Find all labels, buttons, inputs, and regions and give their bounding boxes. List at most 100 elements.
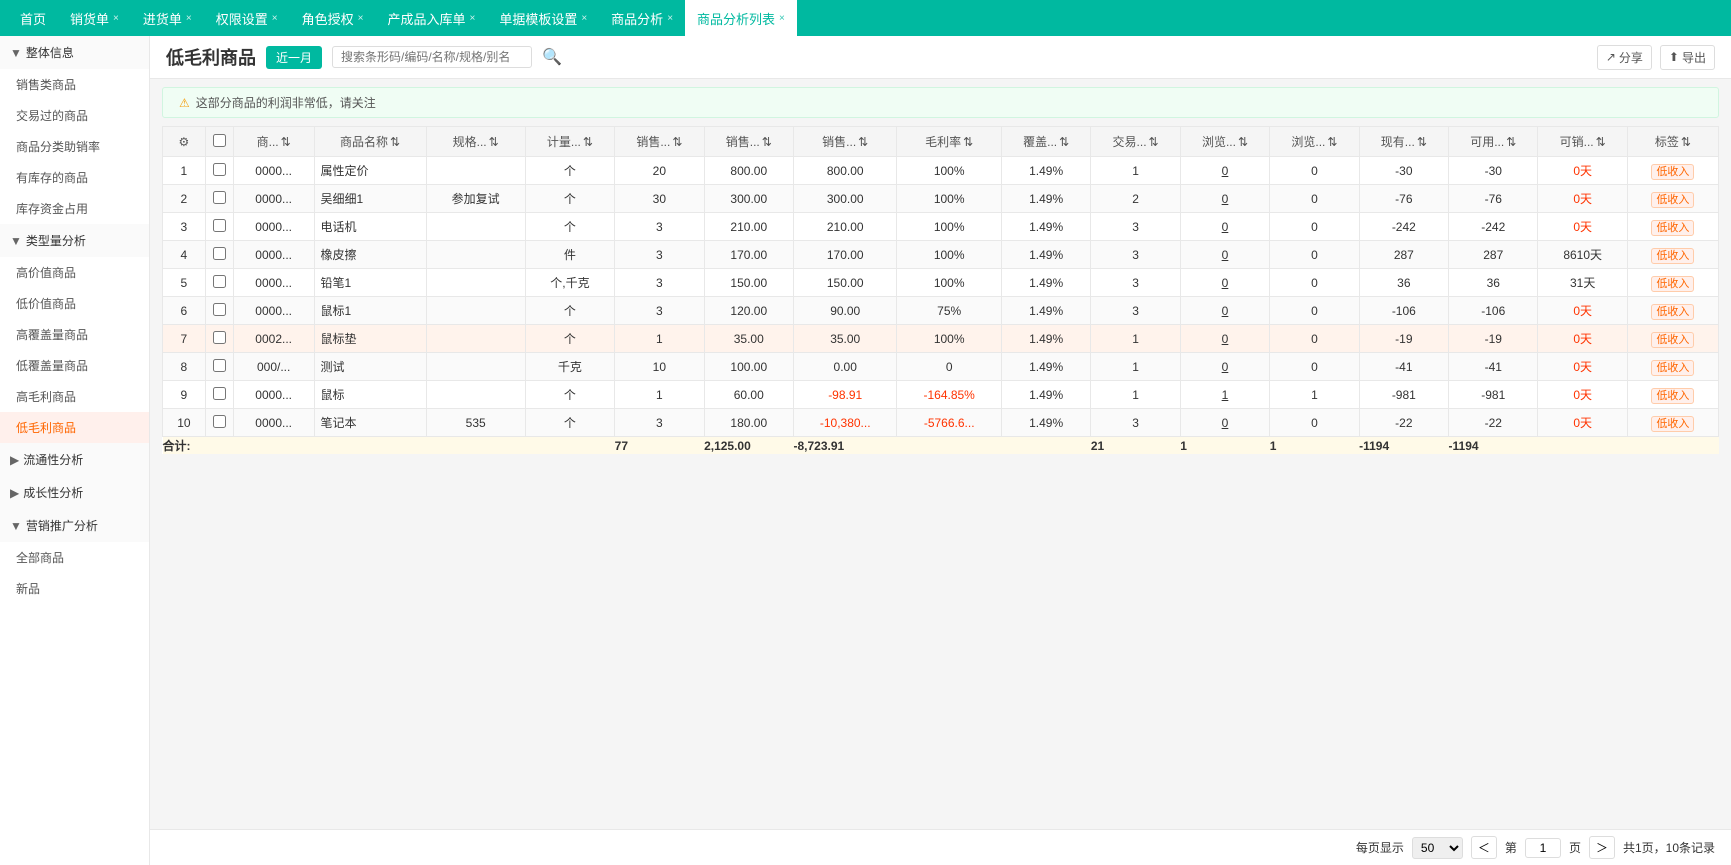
col-tag[interactable]: 标签 ⇅	[1627, 127, 1718, 157]
search-button[interactable]: 🔍	[542, 47, 562, 67]
row-name[interactable]: 铅笔1	[314, 269, 426, 297]
row-checkbox[interactable]	[205, 409, 233, 437]
sidebar-item-stocked-goods[interactable]: 有库存的商品	[0, 162, 149, 193]
row-checkbox[interactable]	[205, 241, 233, 269]
share-button[interactable]: ↗ 分享	[1597, 45, 1652, 70]
col-gross-margin[interactable]: 毛利率 ⇅	[897, 127, 1002, 157]
row-checkbox[interactable]	[205, 213, 233, 241]
col-sales-profit[interactable]: 销售... ⇅	[793, 127, 896, 157]
row-checkbox-input[interactable]	[213, 359, 226, 372]
sidebar-item-low-coverage[interactable]: 低覆盖量商品	[0, 350, 149, 381]
col-sales-qty[interactable]: 销售... ⇅	[615, 127, 704, 157]
close-icon[interactable]: ×	[667, 13, 673, 24]
row-name[interactable]: 鼠标垫	[314, 325, 426, 353]
sidebar-item-high-margin[interactable]: 高毛利商品	[0, 381, 149, 412]
col-sales-price[interactable]: 销售... ⇅	[704, 127, 793, 157]
row-checkbox[interactable]	[205, 269, 233, 297]
row-checkbox-input[interactable]	[213, 275, 226, 288]
sidebar-item-high-coverage[interactable]: 高覆盖量商品	[0, 319, 149, 350]
period-button[interactable]: 近一月	[266, 46, 322, 69]
nav-products-in[interactable]: 产成品入库单 ×	[375, 0, 487, 36]
col-name[interactable]: 商品名称 ⇅	[314, 127, 426, 157]
row-checkbox-input[interactable]	[213, 219, 226, 232]
close-icon[interactable]: ×	[779, 13, 785, 24]
col-views1[interactable]: 浏览... ⇅	[1180, 127, 1269, 157]
nav-roles[interactable]: 角色授权 ×	[290, 0, 376, 36]
close-icon[interactable]: ×	[186, 13, 192, 24]
sidebar-item-high-value[interactable]: 高价值商品	[0, 257, 149, 288]
row-checkbox[interactable]	[205, 185, 233, 213]
row-views1[interactable]: 0	[1180, 213, 1269, 241]
nav-home[interactable]: 首页	[8, 0, 58, 36]
row-checkbox[interactable]	[205, 157, 233, 185]
sidebar-section-circulation[interactable]: ▶ 流通性分析	[0, 443, 149, 476]
row-checkbox[interactable]	[205, 381, 233, 409]
sidebar-item-low-value[interactable]: 低价值商品	[0, 288, 149, 319]
row-checkbox[interactable]	[205, 353, 233, 381]
row-views1[interactable]: 0	[1180, 325, 1269, 353]
nav-purchase[interactable]: 进货单 ×	[131, 0, 204, 36]
nav-templates[interactable]: 单据模板设置 ×	[487, 0, 599, 36]
nav-goods-analysis-list[interactable]: 商品分析列表 ×	[685, 0, 797, 36]
row-checkbox-input[interactable]	[213, 191, 226, 204]
sidebar-item-new-goods[interactable]: 新品	[0, 573, 149, 604]
col-spec[interactable]: 规格... ⇅	[426, 127, 525, 157]
search-input[interactable]	[332, 46, 532, 68]
row-name[interactable]: 吴细细1	[314, 185, 426, 213]
sidebar-item-category-rate[interactable]: 商品分类助销率	[0, 131, 149, 162]
col-views2[interactable]: 浏览... ⇅	[1270, 127, 1359, 157]
close-icon[interactable]: ×	[469, 13, 475, 24]
select-all-checkbox[interactable]	[213, 134, 226, 147]
row-name[interactable]: 鼠标	[314, 381, 426, 409]
col-unit[interactable]: 计量... ⇅	[525, 127, 614, 157]
close-icon[interactable]: ×	[581, 13, 587, 24]
row-checkbox-input[interactable]	[213, 303, 226, 316]
close-icon[interactable]: ×	[113, 13, 119, 24]
row-name[interactable]: 属性定价	[314, 157, 426, 185]
row-name[interactable]: 橡皮擦	[314, 241, 426, 269]
row-views1[interactable]: 0	[1180, 409, 1269, 437]
next-page-button[interactable]: ＞	[1589, 836, 1615, 859]
col-code[interactable]: 商... ⇅	[233, 127, 314, 157]
row-views1[interactable]: 1	[1180, 381, 1269, 409]
row-views1[interactable]: 0	[1180, 353, 1269, 381]
row-name[interactable]: 鼠标1	[314, 297, 426, 325]
row-name[interactable]: 测试	[314, 353, 426, 381]
sidebar-item-sales-goods[interactable]: 销售类商品	[0, 69, 149, 100]
nav-goods-analysis[interactable]: 商品分析 ×	[599, 0, 685, 36]
col-saleable[interactable]: 可销... ⇅	[1538, 127, 1627, 157]
sidebar-item-low-margin[interactable]: 低毛利商品	[0, 412, 149, 443]
row-checkbox-input[interactable]	[213, 331, 226, 344]
sidebar-item-inventory-capital[interactable]: 库存资金占用	[0, 193, 149, 224]
row-name[interactable]: 笔记本	[314, 409, 426, 437]
export-button[interactable]: ⬆ 导出	[1660, 45, 1715, 70]
sidebar-section-overall[interactable]: ▼ 整体信息	[0, 36, 149, 69]
row-checkbox-input[interactable]	[213, 387, 226, 400]
row-name[interactable]: 电话机	[314, 213, 426, 241]
row-views1[interactable]: 0	[1180, 241, 1269, 269]
sidebar-section-type[interactable]: ▼ 类型量分析	[0, 224, 149, 257]
close-icon[interactable]: ×	[358, 13, 364, 24]
sidebar-section-growth[interactable]: ▶ 成长性分析	[0, 476, 149, 509]
nav-permissions[interactable]: 权限设置 ×	[204, 0, 290, 36]
prev-page-button[interactable]: ＜	[1471, 836, 1497, 859]
sidebar-section-marketing[interactable]: ▼ 营销推广分析	[0, 509, 149, 542]
col-current-stock[interactable]: 现有... ⇅	[1359, 127, 1448, 157]
row-checkbox[interactable]	[205, 297, 233, 325]
col-transactions[interactable]: 交易... ⇅	[1091, 127, 1180, 157]
row-checkbox-input[interactable]	[213, 163, 226, 176]
col-coverage[interactable]: 覆盖... ⇅	[1001, 127, 1090, 157]
sidebar-item-all-goods[interactable]: 全部商品	[0, 542, 149, 573]
close-icon[interactable]: ×	[272, 13, 278, 24]
sidebar-item-traded-goods[interactable]: 交易过的商品	[0, 100, 149, 131]
per-page-select[interactable]: 50 100 200	[1412, 837, 1463, 859]
col-settings[interactable]: ⚙	[163, 127, 206, 157]
row-views1[interactable]: 0	[1180, 297, 1269, 325]
row-checkbox-input[interactable]	[213, 415, 226, 428]
row-checkbox-input[interactable]	[213, 247, 226, 260]
page-number-input[interactable]	[1525, 838, 1561, 858]
row-checkbox[interactable]	[205, 325, 233, 353]
col-available[interactable]: 可用... ⇅	[1449, 127, 1538, 157]
row-views1[interactable]: 0	[1180, 185, 1269, 213]
nav-sales[interactable]: 销货单 ×	[58, 0, 131, 36]
